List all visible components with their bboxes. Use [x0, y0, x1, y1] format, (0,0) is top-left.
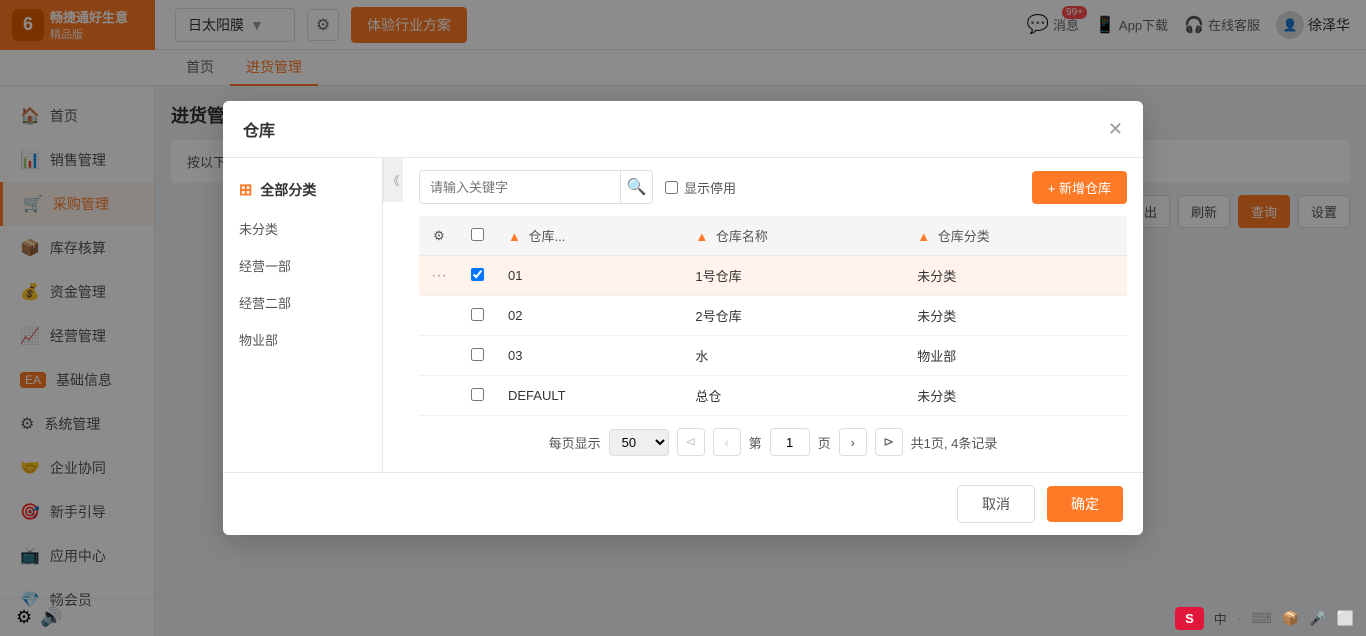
modal-overlay: 仓库 ✕ ⊞ 全部分类 未分类 经营一部 经营二部 — [0, 0, 1366, 636]
col-no[interactable]: ▲ 仓库... — [496, 216, 683, 256]
dialog-header: 仓库 ✕ — [223, 101, 1143, 158]
dot-icon: · — [1237, 610, 1242, 626]
category-ops2[interactable]: 经营二部 — [223, 284, 382, 321]
table-row: ··· 01 1号仓库 未分类 — [419, 256, 1127, 296]
dialog-title: 仓库 — [243, 117, 275, 141]
sort-icon-name: ▲ — [695, 229, 708, 244]
prev-page-icon: ‹ — [724, 435, 728, 450]
dialog-close-button[interactable]: ✕ — [1108, 119, 1123, 140]
search-icon: 🔍 — [627, 177, 647, 197]
col-gear: ⚙ — [419, 216, 459, 256]
page-summary: 共1页, 4条记录 — [911, 433, 998, 452]
row-no-cell: 02 — [496, 296, 683, 336]
first-page-button[interactable]: ⊲ — [677, 428, 705, 456]
pagination: 每页显示 102050100 ⊲ ‹ 第 页 › — [419, 416, 1127, 460]
sort-icon-cat: ▲ — [917, 229, 930, 244]
disabled-checkbox[interactable] — [665, 181, 678, 194]
cancel-button[interactable]: 取消 — [957, 485, 1035, 523]
grid-icon: ⊞ — [239, 180, 252, 200]
row-checkbox[interactable] — [471, 388, 484, 401]
col-name[interactable]: ▲ 仓库名称 — [683, 216, 905, 256]
category-ops1[interactable]: 经营一部 — [223, 247, 382, 284]
row-checkbox[interactable] — [471, 268, 484, 281]
category-unclassified[interactable]: 未分类 — [223, 210, 382, 247]
chinese-input-icon[interactable]: 中 — [1214, 609, 1227, 628]
dialog-category-sidebar: ⊞ 全部分类 未分类 经营一部 经营二部 物业部 — [223, 158, 383, 472]
next-page-button[interactable]: › — [839, 428, 867, 456]
category-property[interactable]: 物业部 — [223, 321, 382, 358]
row-name-cell: 2号仓库 — [683, 296, 905, 336]
row-category-cell: 未分类 — [905, 296, 1127, 336]
search-box: 🔍 — [419, 170, 653, 204]
show-disabled-checkbox[interactable]: 显示停用 — [665, 178, 736, 197]
window-icon[interactable]: ⬜ — [1337, 610, 1354, 627]
last-page-icon: ⊳ — [883, 434, 894, 450]
row-gear-cell: ··· — [419, 256, 459, 296]
sort-icon: ▲ — [508, 229, 521, 244]
row-gear-cell — [419, 376, 459, 416]
row-checkbox-cell[interactable] — [459, 376, 496, 416]
bottom-bar: S 中 · ⌨ 📦 🎤 ⬜ — [0, 600, 1366, 636]
sougou-input-icon[interactable]: S — [1175, 607, 1204, 630]
sidebar-collapse-button[interactable]: 《 — [383, 158, 403, 202]
table-row: 02 2号仓库 未分类 — [419, 296, 1127, 336]
warehouse-dialog: 仓库 ✕ ⊞ 全部分类 未分类 经营一部 经营二部 — [223, 101, 1143, 535]
per-page-label: 每页显示 — [549, 433, 601, 452]
next-page-icon: › — [851, 435, 855, 450]
gear-col-icon: ⚙ — [433, 228, 445, 243]
dialog-toolbar: 🔍 显示停用 + 新增仓库 — [419, 170, 1127, 204]
row-name-cell: 1号仓库 — [683, 256, 905, 296]
row-category-cell: 未分类 — [905, 376, 1127, 416]
row-more-button[interactable]: ··· — [431, 267, 447, 284]
per-page-select[interactable]: 102050100 — [609, 429, 669, 456]
dialog-footer: 取消 确定 — [223, 472, 1143, 535]
table-row: 03 水 物业部 — [419, 336, 1127, 376]
table-row: DEFAULT 总仓 未分类 — [419, 376, 1127, 416]
row-checkbox[interactable] — [471, 308, 484, 321]
first-page-icon: ⊲ — [685, 434, 696, 450]
confirm-button[interactable]: 确定 — [1047, 486, 1123, 522]
row-checkbox-cell[interactable] — [459, 256, 496, 296]
dialog-main-content: 🔍 显示停用 + 新增仓库 — [403, 158, 1143, 472]
row-name-cell: 总仓 — [683, 376, 905, 416]
row-category-cell: 未分类 — [905, 256, 1127, 296]
row-name-cell: 水 — [683, 336, 905, 376]
row-no-cell: DEFAULT — [496, 376, 683, 416]
last-page-button[interactable]: ⊳ — [875, 428, 903, 456]
warehouse-table: ⚙ ▲ 仓库... ▲ — [419, 216, 1127, 416]
col-category[interactable]: ▲ 仓库分类 — [905, 216, 1127, 256]
row-gear-cell — [419, 296, 459, 336]
keyboard-icon[interactable]: ⌨ — [1251, 610, 1271, 627]
prev-page-button[interactable]: ‹ — [713, 428, 741, 456]
row-no-cell: 03 — [496, 336, 683, 376]
page-label: 第 — [749, 433, 762, 452]
page-number-input[interactable] — [770, 428, 810, 456]
page-unit: 页 — [818, 433, 831, 452]
dialog-body: ⊞ 全部分类 未分类 经营一部 经营二部 物业部 《 — [223, 158, 1143, 472]
mic-icon[interactable]: 🎤 — [1309, 610, 1326, 627]
search-button[interactable]: 🔍 — [620, 171, 652, 203]
table-header-row: ⚙ ▲ 仓库... ▲ — [419, 216, 1127, 256]
search-input[interactable] — [420, 174, 620, 201]
row-checkbox-cell[interactable] — [459, 296, 496, 336]
add-warehouse-button[interactable]: + 新增仓库 — [1032, 171, 1127, 204]
col-checkbox — [459, 216, 496, 256]
row-checkbox[interactable] — [471, 348, 484, 361]
package-icon[interactable]: 📦 — [1282, 610, 1299, 627]
dialog-search-area: 🔍 显示停用 — [419, 170, 736, 204]
all-categories-item[interactable]: ⊞ 全部分类 — [223, 170, 382, 210]
row-checkbox-cell[interactable] — [459, 336, 496, 376]
row-no-cell: 01 — [496, 256, 683, 296]
row-gear-cell — [419, 336, 459, 376]
row-category-cell: 物业部 — [905, 336, 1127, 376]
select-all-checkbox[interactable] — [471, 228, 484, 241]
